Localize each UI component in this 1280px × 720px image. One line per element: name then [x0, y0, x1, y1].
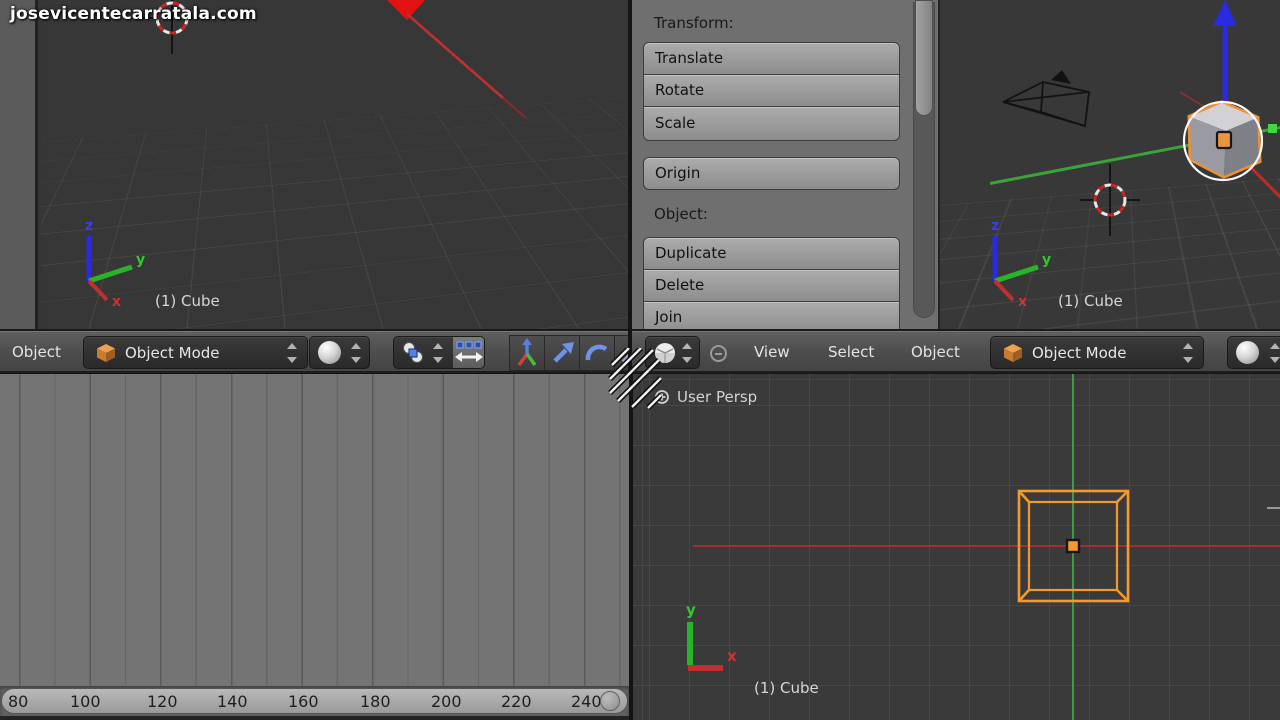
stepper-arrows[interactable] [286, 342, 297, 363]
toolshelf-scrollbar-track[interactable] [913, 0, 935, 318]
active-object-label: (1) Cube [754, 679, 819, 697]
frame-tick: 160 [288, 692, 319, 711]
axis-z-label: z [991, 218, 999, 234]
toolshelf-transform-label: Transform: [654, 14, 734, 32]
rotate-button[interactable]: Rotate [643, 74, 900, 107]
timeline-canvas[interactable] [0, 374, 629, 686]
manipulator-axes-button[interactable] [509, 335, 545, 371]
x-axis-line [693, 545, 1280, 547]
stepper-arrows[interactable] [1182, 342, 1193, 363]
watermark: josevicentecarratala.com [10, 4, 257, 24]
toolshelf-scrollbar-thumb[interactable] [915, 0, 933, 116]
scrollbar-zoom-handle[interactable] [600, 691, 620, 711]
pivot-point-icon [403, 341, 423, 363]
timeline-scrollbar-track[interactable]: 80 100 120 140 160 180 200 220 240 [0, 686, 629, 716]
object-origin-dot [1065, 538, 1081, 554]
scale-button[interactable]: Scale [643, 106, 900, 141]
timeline-area[interactable]: 80 100 120 140 160 180 200 220 240 [0, 374, 629, 720]
translate-manipulator-button[interactable] [544, 335, 580, 371]
axis-z-label: z [85, 218, 93, 234]
axis-x-label: x [727, 647, 737, 665]
header-3dview-right: View Select Object Object Mode [632, 331, 1280, 373]
object-menu[interactable]: Object [12, 343, 61, 361]
view-menu[interactable]: View [754, 343, 790, 361]
area-bottom-edge [0, 716, 629, 720]
axis-x-label: x [1018, 294, 1027, 310]
manipulator-widget-toggle[interactable] [453, 337, 484, 368]
collapse-menus-icon[interactable] [710, 345, 727, 362]
toolshelf-object-label: Object: [654, 205, 708, 223]
viewport-area-top-left[interactable]: z y x (1) Cube [0, 0, 628, 331]
clipped-widget-fragment [1267, 507, 1280, 509]
frame-tick: 80 [8, 692, 29, 711]
timeline-scrollbar-thumb[interactable]: 80 100 120 140 160 180 200 220 240 [1, 688, 628, 714]
frame-tick: 220 [501, 692, 532, 711]
origin-button[interactable]: Origin [643, 157, 900, 190]
view-name-label: User Persp [677, 388, 758, 406]
viewport-area-top-right[interactable]: Transform: Translate Rotate Scale Origin… [632, 0, 1280, 331]
camera-object[interactable] [997, 68, 1101, 136]
frame-tick: 100 [70, 692, 101, 711]
pivot-dropdown[interactable] [393, 336, 485, 369]
resize-cursor [608, 348, 662, 410]
header-3dview-left: Object Object Mode [0, 331, 628, 373]
manipulator-widget-icon [454, 341, 483, 362]
mode-dropdown[interactable]: Object Mode [83, 336, 308, 369]
frame-tick: 180 [360, 692, 391, 711]
frame-tick: 140 [217, 692, 248, 711]
object-menu[interactable]: Object [911, 343, 960, 361]
stepper-arrows[interactable] [1269, 342, 1280, 363]
axis-x-label: x [112, 294, 121, 310]
viewport-3d-top-left[interactable]: z y x (1) Cube [41, 0, 628, 329]
shading-sphere-icon [1236, 341, 1259, 364]
viewport-3d-bottom[interactable]: User Persp y x (1) Cube [633, 374, 1280, 720]
cube-object-selected[interactable] [1177, 85, 1277, 197]
select-menu[interactable]: Select [828, 343, 874, 361]
join-button[interactable]: Join [643, 301, 900, 329]
toolshelf-edge-strip[interactable] [0, 0, 38, 329]
frame-tick: 120 [147, 692, 178, 711]
cube-icon [1004, 343, 1022, 362]
cube-wireframe-selected[interactable] [1013, 485, 1135, 609]
axes-icon [517, 338, 537, 367]
mode-dropdown-label: Object Mode [1032, 343, 1127, 362]
stepper-arrows[interactable] [350, 342, 361, 363]
mode-dropdown-label: Object Mode [125, 343, 220, 362]
delete-button[interactable]: Delete [643, 269, 900, 302]
duplicate-button[interactable]: Duplicate [643, 237, 900, 270]
stepper-arrows[interactable] [432, 342, 443, 363]
frame-tick: 200 [431, 692, 462, 711]
active-object-label: (1) Cube [1058, 292, 1123, 310]
cube-icon [97, 343, 115, 362]
axis-y-label: y [136, 252, 145, 268]
active-object-label: (1) Cube [155, 292, 220, 310]
blender-window: z y x (1) Cube Transform: Translate Rota… [0, 0, 1280, 720]
axis-y-label: y [1042, 252, 1051, 268]
axis-gizmo: y x [686, 601, 737, 671]
mode-dropdown[interactable]: Object Mode [990, 336, 1204, 369]
translate-arrow-icon [553, 342, 574, 363]
frame-tick: 240 [571, 692, 602, 711]
shading-sphere-icon [318, 341, 341, 364]
axis-y-label: y [686, 601, 696, 619]
shading-dropdown[interactable] [309, 336, 370, 369]
x-axis-manipulator-arrow[interactable] [341, 0, 561, 120]
stepper-arrows[interactable] [681, 342, 692, 363]
shading-dropdown[interactable] [1227, 336, 1280, 369]
translate-button[interactable]: Translate [643, 42, 900, 75]
